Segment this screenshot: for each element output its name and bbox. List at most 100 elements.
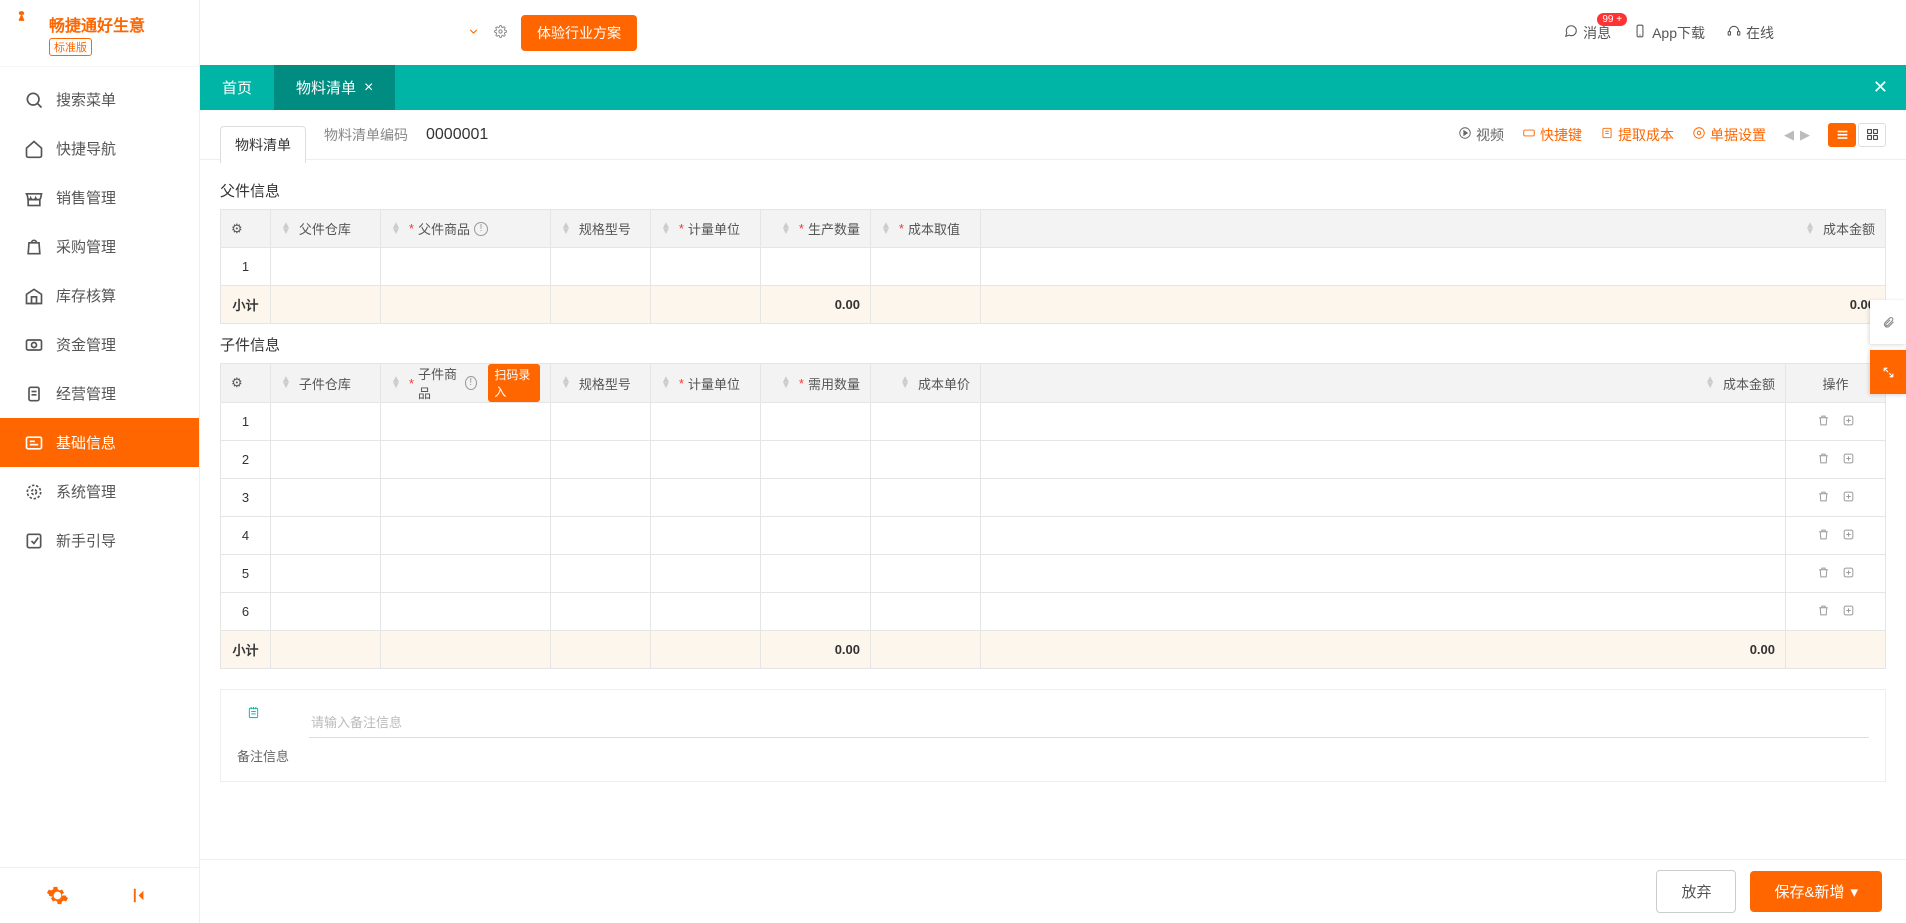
child-cell-product[interactable]: [381, 441, 551, 479]
sidebar-item-4[interactable]: 库存核算: [0, 271, 199, 320]
video-link[interactable]: 视频: [1458, 125, 1504, 145]
scan-badge[interactable]: 扫码录入: [488, 364, 540, 402]
child-cell-unit[interactable]: [651, 555, 761, 593]
parent-cell-warehouse[interactable]: [271, 248, 381, 286]
parent-col-costsrc[interactable]: ▲▼*成本取值: [871, 210, 981, 248]
parent-cell-amount[interactable]: [981, 248, 1886, 286]
child-cell-unit[interactable]: [651, 441, 761, 479]
parent-cell-qty[interactable]: [761, 248, 871, 286]
add-row-icon[interactable]: [1842, 414, 1855, 430]
prev-doc-icon[interactable]: ◀: [1784, 127, 1794, 143]
child-row[interactable]: 4: [221, 517, 1886, 555]
promo-button[interactable]: 体验行业方案: [521, 15, 637, 51]
sidebar-item-8[interactable]: 系统管理: [0, 467, 199, 516]
attachment-tab[interactable]: [1870, 300, 1906, 344]
child-cell-unit[interactable]: [651, 593, 761, 631]
child-col-warehouse[interactable]: ▲▼子件仓库: [271, 364, 381, 403]
child-col-gear[interactable]: ⚙: [221, 364, 271, 403]
delete-row-icon[interactable]: [1817, 528, 1830, 544]
child-cell-unitcost[interactable]: [871, 555, 981, 593]
delete-row-icon[interactable]: [1817, 604, 1830, 620]
child-cell-unitcost[interactable]: [871, 403, 981, 441]
collapse-sidebar-icon[interactable]: [130, 884, 153, 907]
parent-cell-spec[interactable]: [551, 248, 651, 286]
child-cell-product[interactable]: [381, 517, 551, 555]
child-cell-product[interactable]: [381, 479, 551, 517]
sidebar-item-6[interactable]: 经营管理: [0, 369, 199, 418]
child-col-product[interactable]: ▲▼*子件商品! 扫码录入: [381, 364, 551, 403]
child-cell-amount[interactable]: [981, 403, 1786, 441]
sidebar-item-1[interactable]: 快捷导航: [0, 124, 199, 173]
child-cell-warehouse[interactable]: [271, 403, 381, 441]
child-cell-warehouse[interactable]: [271, 479, 381, 517]
child-cell-qty[interactable]: [761, 593, 871, 631]
app-download-button[interactable]: App下载: [1633, 23, 1705, 43]
child-cell-unit[interactable]: [651, 517, 761, 555]
delete-row-icon[interactable]: [1817, 566, 1830, 582]
org-selector[interactable]: [220, 25, 480, 41]
doc-settings-link[interactable]: 单据设置: [1692, 125, 1766, 145]
sidebar-item-7[interactable]: 基础信息: [0, 418, 199, 467]
online-support-button[interactable]: 在线: [1727, 23, 1774, 43]
delete-row-icon[interactable]: [1817, 414, 1830, 430]
parent-cell-product[interactable]: [381, 248, 551, 286]
add-row-icon[interactable]: [1842, 528, 1855, 544]
info-icon[interactable]: !: [465, 376, 477, 390]
child-cell-product[interactable]: [381, 403, 551, 441]
next-doc-icon[interactable]: ▶: [1800, 127, 1810, 143]
settings-icon[interactable]: [46, 884, 69, 907]
child-cell-amount[interactable]: [981, 593, 1786, 631]
parent-col-amount[interactable]: ▲▼成本金额: [981, 210, 1886, 248]
child-cell-product[interactable]: [381, 593, 551, 631]
discard-button[interactable]: 放弃: [1656, 870, 1736, 913]
add-row-icon[interactable]: [1842, 604, 1855, 620]
parent-col-warehouse[interactable]: ▲▼父件仓库: [271, 210, 381, 248]
parent-col-qty[interactable]: ▲▼*生产数量: [761, 210, 871, 248]
child-col-unitcost[interactable]: ▲▼成本单价: [871, 364, 981, 403]
child-cell-warehouse[interactable]: [271, 517, 381, 555]
fullscreen-tab[interactable]: [1870, 350, 1906, 394]
child-cell-unitcost[interactable]: [871, 517, 981, 555]
sidebar-item-5[interactable]: 资金管理: [0, 320, 199, 369]
parent-col-unit[interactable]: ▲▼*计量单位: [651, 210, 761, 248]
child-cell-spec[interactable]: [551, 517, 651, 555]
child-row[interactable]: 2: [221, 441, 1886, 479]
child-cell-qty[interactable]: [761, 403, 871, 441]
child-cell-spec[interactable]: [551, 479, 651, 517]
child-col-unit[interactable]: ▲▼*计量单位: [651, 364, 761, 403]
sidebar-item-2[interactable]: 销售管理: [0, 173, 199, 222]
parent-row[interactable]: 1: [221, 248, 1886, 286]
add-row-icon[interactable]: [1842, 452, 1855, 468]
child-row[interactable]: 5: [221, 555, 1886, 593]
child-cell-warehouse[interactable]: [271, 441, 381, 479]
child-cell-unit[interactable]: [651, 479, 761, 517]
child-cell-amount[interactable]: [981, 517, 1786, 555]
sidebar-item-9[interactable]: 新手引导: [0, 516, 199, 565]
child-row[interactable]: 1: [221, 403, 1886, 441]
parent-col-product[interactable]: ▲▼*父件商品!: [381, 210, 551, 248]
child-cell-unit[interactable]: [651, 403, 761, 441]
child-cell-warehouse[interactable]: [271, 593, 381, 631]
child-cell-qty[interactable]: [761, 479, 871, 517]
child-cell-unitcost[interactable]: [871, 441, 981, 479]
child-cell-amount[interactable]: [981, 479, 1786, 517]
parent-cell-costsrc[interactable]: [871, 248, 981, 286]
child-cell-product[interactable]: [381, 555, 551, 593]
child-cell-qty[interactable]: [761, 441, 871, 479]
child-cell-spec[interactable]: [551, 441, 651, 479]
shortcut-link[interactable]: 快捷键: [1522, 125, 1582, 145]
tab-home[interactable]: 首页: [200, 65, 274, 110]
info-icon[interactable]: !: [474, 222, 488, 236]
header-settings-icon[interactable]: [494, 25, 507, 41]
child-cell-spec[interactable]: [551, 593, 651, 631]
child-cell-amount[interactable]: [981, 555, 1786, 593]
close-all-tabs-icon[interactable]: ✕: [1865, 73, 1896, 102]
messages-button[interactable]: 消息 99 +: [1564, 23, 1611, 43]
add-row-icon[interactable]: [1842, 490, 1855, 506]
child-col-spec[interactable]: ▲▼规格型号: [551, 364, 651, 403]
child-cell-unitcost[interactable]: [871, 479, 981, 517]
sidebar-item-0[interactable]: 搜索菜单: [0, 75, 199, 124]
document-tab[interactable]: 物料清单: [220, 126, 306, 163]
parent-cell-unit[interactable]: [651, 248, 761, 286]
child-cell-warehouse[interactable]: [271, 555, 381, 593]
